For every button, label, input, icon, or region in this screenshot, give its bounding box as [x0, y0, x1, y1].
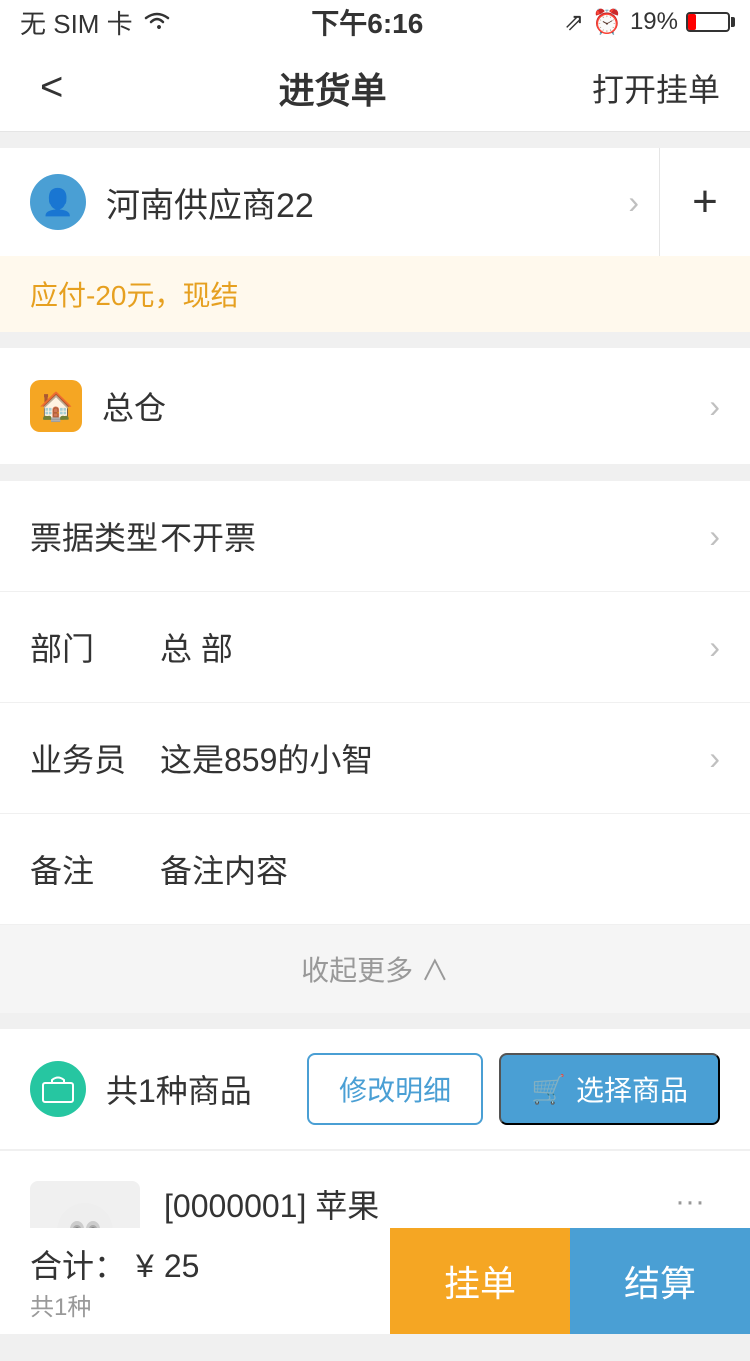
status-left: 无 SIM 卡 — [20, 4, 171, 41]
alarm-icon: ⏰ — [592, 8, 622, 37]
chevron-right-icon-dept: › — [709, 629, 720, 666]
open-pending-button[interactable]: 打开挂单 — [592, 65, 720, 111]
carrier-label: 无 SIM 卡 — [20, 4, 133, 41]
gap-4 — [0, 1013, 750, 1029]
product-icon — [30, 1061, 86, 1117]
bottom-bar: 合计： ¥ 25 共1种 挂单 结算 — [0, 1228, 750, 1334]
chevron-right-icon-sales: › — [709, 740, 720, 777]
remark-row[interactable]: 备注 备注内容 — [0, 814, 750, 925]
invoice-type-row[interactable]: 票据类型 不开票 › — [0, 481, 750, 592]
edit-detail-button[interactable]: 修改明细 — [307, 1053, 483, 1125]
invoice-type-label: 票据类型 — [30, 513, 160, 559]
product-name: [0000001] 苹果 — [164, 1181, 660, 1227]
product-header: 共1种商品 修改明细 🛒 选择商品 — [0, 1029, 750, 1149]
product-count: 共1种商品 — [106, 1066, 307, 1112]
collapse-bar[interactable]: 收起更多 ∧ — [0, 925, 750, 1013]
avatar-icon: 👤 — [42, 187, 74, 218]
supplier-avatar: 👤 — [30, 174, 86, 230]
remark-placeholder: 备注内容 — [160, 846, 720, 892]
supplier-selector[interactable]: 👤 河南供应商22 › — [0, 148, 660, 256]
salesperson-label: 业务员 — [30, 735, 160, 781]
chevron-right-icon-invoice: › — [709, 518, 720, 555]
gap-3 — [0, 465, 750, 481]
nav-bar: < 进货单 打开挂单 — [0, 44, 750, 132]
status-right: ⇗ ⏰ 19% — [564, 8, 730, 37]
total-label: 合计： — [30, 1241, 126, 1287]
battery-icon — [686, 12, 730, 32]
wifi-icon — [143, 7, 171, 38]
product-more-button[interactable]: ··· — [660, 1181, 720, 1219]
supplier-section: 👤 河南供应商22 › + — [0, 148, 750, 256]
pending-button[interactable]: 挂单 — [390, 1228, 570, 1334]
gap-2 — [0, 332, 750, 348]
select-product-button[interactable]: 🛒 选择商品 — [499, 1053, 720, 1125]
status-time: 下午6:16 — [311, 2, 423, 42]
remark-label: 备注 — [30, 846, 160, 892]
gap-1 — [0, 132, 750, 148]
supplier-name: 河南供应商22 — [106, 178, 628, 227]
fields-section: 票据类型 不开票 › 部门 总 部 › 业务员 这是859的小智 › 备注 备注… — [0, 481, 750, 925]
chevron-right-icon: › — [628, 184, 639, 221]
select-icon: 🛒 — [531, 1073, 566, 1106]
warehouse-icon-symbol: 🏠 — [39, 390, 74, 423]
battery-percent: 19% — [630, 8, 678, 36]
bottom-total: 合计： ¥ 25 共1种 — [0, 1228, 390, 1334]
department-row[interactable]: 部门 总 部 › — [0, 592, 750, 703]
total-symbol: ¥ — [136, 1248, 154, 1285]
salesperson-value: 这是859的小智 — [160, 735, 709, 781]
total-sub: 共1种 — [30, 1287, 360, 1322]
product-code: [0000001] — [164, 1188, 306, 1224]
warehouse-row[interactable]: 🏠 总仓 › — [0, 348, 750, 465]
add-supplier-button[interactable]: + — [660, 148, 750, 256]
warehouse-icon: 🏠 — [30, 380, 82, 432]
notice-bar: 应付-20元，现结 — [0, 256, 750, 332]
total-row: 合计： ¥ 25 — [30, 1241, 360, 1287]
chevron-right-icon-warehouse: › — [709, 388, 720, 425]
status-bar: 无 SIM 卡 下午6:16 ⇗ ⏰ 19% — [0, 0, 750, 44]
warehouse-name: 总仓 — [102, 383, 709, 429]
select-label: 选择商品 — [576, 1069, 688, 1109]
product-title: 苹果 — [315, 1188, 379, 1224]
settle-button[interactable]: 结算 — [570, 1228, 750, 1334]
department-value: 总 部 — [160, 624, 709, 670]
page-title: 进货单 — [279, 62, 387, 114]
back-button[interactable]: < — [30, 55, 73, 120]
department-label: 部门 — [30, 624, 160, 670]
total-amount: 25 — [164, 1248, 200, 1285]
location-icon: ⇗ — [564, 8, 584, 37]
salesperson-row[interactable]: 业务员 这是859的小智 › — [0, 703, 750, 814]
invoice-type-value: 不开票 — [160, 513, 709, 559]
